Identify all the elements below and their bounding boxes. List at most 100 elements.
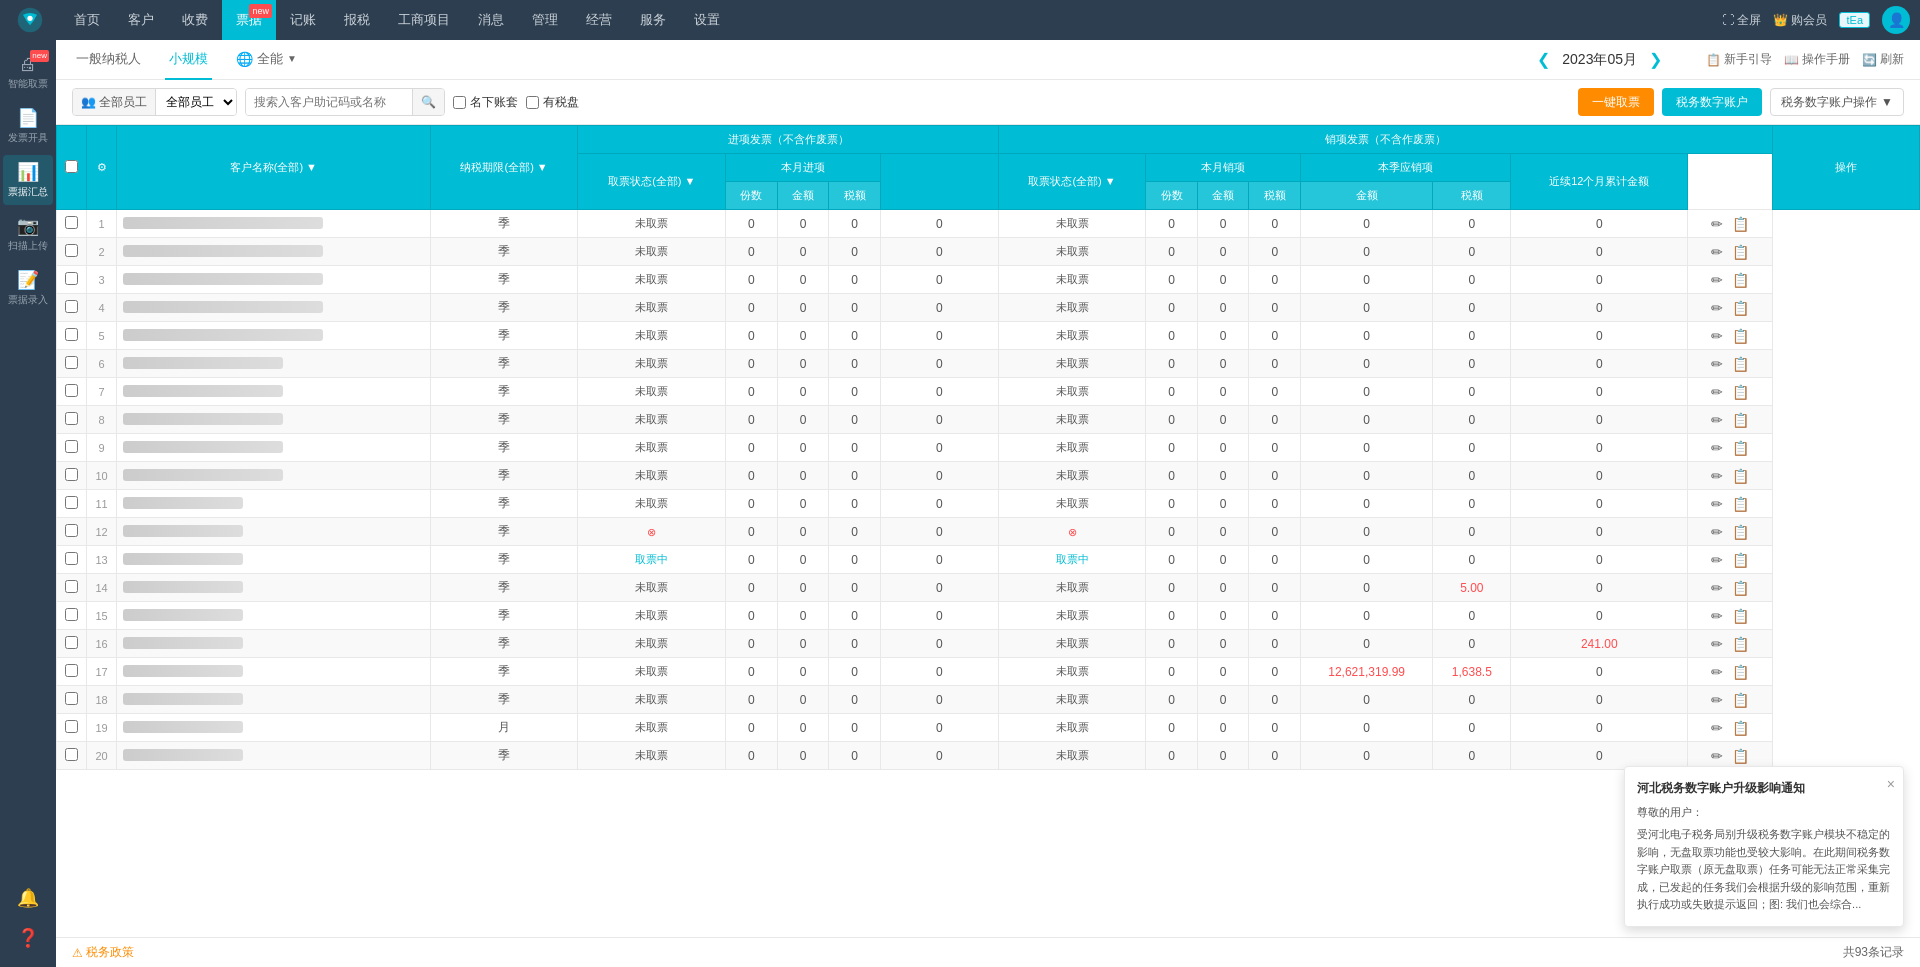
copy-btn[interactable]: 📋 <box>1729 300 1752 316</box>
row-checkbox[interactable] <box>65 440 78 453</box>
gear-icon[interactable]: ⚙ <box>97 161 107 173</box>
row-checkbox[interactable] <box>65 216 78 229</box>
edit-btn[interactable]: ✏ <box>1708 524 1726 540</box>
th-client-name[interactable]: 客户名称(全部) ▼ <box>117 126 431 210</box>
tea-badge[interactable]: tEa <box>1839 12 1870 28</box>
th-input-status[interactable]: 取票状态(全部) ▼ <box>578 154 726 210</box>
period-next-btn[interactable]: ❯ <box>1645 50 1666 69</box>
copy-btn[interactable]: 📋 <box>1729 720 1752 736</box>
edit-btn[interactable]: ✏ <box>1708 272 1726 288</box>
sidebar-item-smart-ticket[interactable]: new 🖨 智能取票 <box>3 48 53 97</box>
copy-btn[interactable]: 📋 <box>1729 440 1752 456</box>
edit-btn[interactable]: ✏ <box>1708 720 1726 736</box>
row-checkbox[interactable] <box>65 356 78 369</box>
copy-btn[interactable]: 📋 <box>1729 552 1752 568</box>
row-checkbox[interactable] <box>65 552 78 565</box>
guide-btn[interactable]: 📋 新手引导 <box>1706 51 1772 68</box>
row-checkbox[interactable] <box>65 328 78 341</box>
edit-btn[interactable]: ✏ <box>1708 244 1726 260</box>
edit-btn[interactable]: ✏ <box>1708 552 1726 568</box>
copy-btn[interactable]: 📋 <box>1729 328 1752 344</box>
edit-btn[interactable]: ✏ <box>1708 496 1726 512</box>
search-input[interactable] <box>246 89 412 115</box>
row-checkbox[interactable] <box>65 300 78 313</box>
copy-btn[interactable]: 📋 <box>1729 244 1752 260</box>
copy-btn[interactable]: 📋 <box>1729 384 1752 400</box>
edit-btn[interactable]: ✏ <box>1708 608 1726 624</box>
edit-btn[interactable]: ✏ <box>1708 468 1726 484</box>
tab-small[interactable]: 小规模 <box>165 40 212 80</box>
edit-btn[interactable]: ✏ <box>1708 748 1726 764</box>
row-checkbox[interactable] <box>65 608 78 621</box>
sidebar-item-issue[interactable]: 📄 发票开具 <box>3 101 53 151</box>
copy-btn[interactable]: 📋 <box>1729 664 1752 680</box>
nav-ticket[interactable]: 票据 new <box>222 0 276 40</box>
nav-customer[interactable]: 客户 <box>114 0 168 40</box>
th-tax-quota[interactable]: 纳税期限(全部) ▼ <box>430 126 578 210</box>
row-checkbox[interactable] <box>65 580 78 593</box>
copy-btn[interactable]: 📋 <box>1729 692 1752 708</box>
sidebar-item-notification[interactable]: 🔔 <box>3 881 53 917</box>
nav-fee[interactable]: 收费 <box>168 0 222 40</box>
tax-disk-checkbox[interactable]: 有税盘 <box>526 94 579 111</box>
sub-account-check[interactable] <box>453 96 466 109</box>
nav-tax[interactable]: 报税 <box>330 0 384 40</box>
row-checkbox[interactable] <box>65 720 78 733</box>
row-checkbox[interactable] <box>65 272 78 285</box>
nav-manage[interactable]: 管理 <box>518 0 572 40</box>
copy-btn[interactable]: 📋 <box>1729 272 1752 288</box>
fullscreen-btn[interactable]: ⛶ 全屏 <box>1722 12 1761 29</box>
copy-btn[interactable]: 📋 <box>1729 608 1752 624</box>
select-all-checkbox[interactable] <box>65 160 78 173</box>
edit-btn[interactable]: ✏ <box>1708 384 1726 400</box>
edit-btn[interactable]: ✏ <box>1708 664 1726 680</box>
copy-btn[interactable]: 📋 <box>1729 580 1752 596</box>
nav-home[interactable]: 首页 <box>60 0 114 40</box>
row-checkbox[interactable] <box>65 496 78 509</box>
nav-business[interactable]: 工商项目 <box>384 0 464 40</box>
row-checkbox[interactable] <box>65 636 78 649</box>
tax-policy-link[interactable]: ⚠ 税务政策 <box>72 944 134 961</box>
copy-btn[interactable]: 📋 <box>1729 356 1752 372</box>
staff-select[interactable]: 全部员工 <box>156 89 236 115</box>
edit-btn[interactable]: ✏ <box>1708 300 1726 316</box>
edit-btn[interactable]: ✏ <box>1708 412 1726 428</box>
row-checkbox[interactable] <box>65 524 78 537</box>
tab-general[interactable]: 一般纳税人 <box>72 40 145 80</box>
row-checkbox[interactable] <box>65 468 78 481</box>
digital-operation-btn[interactable]: 税务数字账户操作 ▼ <box>1770 88 1904 116</box>
edit-btn[interactable]: ✏ <box>1708 328 1726 344</box>
sidebar-item-scan[interactable]: 📷 扫描上传 <box>3 209 53 259</box>
th-output-status[interactable]: 取票状态(全部) ▼ <box>998 154 1146 210</box>
notification-close-btn[interactable]: × <box>1887 773 1895 795</box>
copy-btn[interactable]: 📋 <box>1729 496 1752 512</box>
row-checkbox[interactable] <box>65 384 78 397</box>
sidebar-item-entry[interactable]: 📝 票据录入 <box>3 263 53 313</box>
edit-btn[interactable]: ✏ <box>1708 440 1726 456</box>
digital-account-btn[interactable]: 税务数字账户 <box>1662 88 1762 116</box>
row-checkbox[interactable] <box>65 748 78 761</box>
row-checkbox[interactable] <box>65 692 78 705</box>
copy-btn[interactable]: 📋 <box>1729 748 1752 764</box>
period-prev-btn[interactable]: ❮ <box>1533 50 1554 69</box>
edit-btn[interactable]: ✏ <box>1708 580 1726 596</box>
refresh-btn[interactable]: 🔄 刷新 <box>1862 51 1904 68</box>
copy-btn[interactable]: 📋 <box>1729 636 1752 652</box>
nav-operation[interactable]: 经营 <box>572 0 626 40</box>
tax-disk-check[interactable] <box>526 96 539 109</box>
copy-btn[interactable]: 📋 <box>1729 524 1752 540</box>
avatar[interactable]: 👤 <box>1882 6 1910 34</box>
edit-btn[interactable]: ✏ <box>1708 692 1726 708</box>
edit-btn[interactable]: ✏ <box>1708 216 1726 232</box>
edit-btn[interactable]: ✏ <box>1708 636 1726 652</box>
nav-service[interactable]: 服务 <box>626 0 680 40</box>
copy-btn[interactable]: 📋 <box>1729 216 1752 232</box>
edit-btn[interactable]: ✏ <box>1708 356 1726 372</box>
row-checkbox[interactable] <box>65 244 78 257</box>
search-btn[interactable]: 🔍 <box>412 89 444 115</box>
nav-message[interactable]: 消息 <box>464 0 518 40</box>
sidebar-item-help[interactable]: ❓ <box>3 921 53 957</box>
row-checkbox[interactable] <box>65 412 78 425</box>
tab-all[interactable]: 🌐 全能 ▼ <box>232 40 301 80</box>
copy-btn[interactable]: 📋 <box>1729 468 1752 484</box>
